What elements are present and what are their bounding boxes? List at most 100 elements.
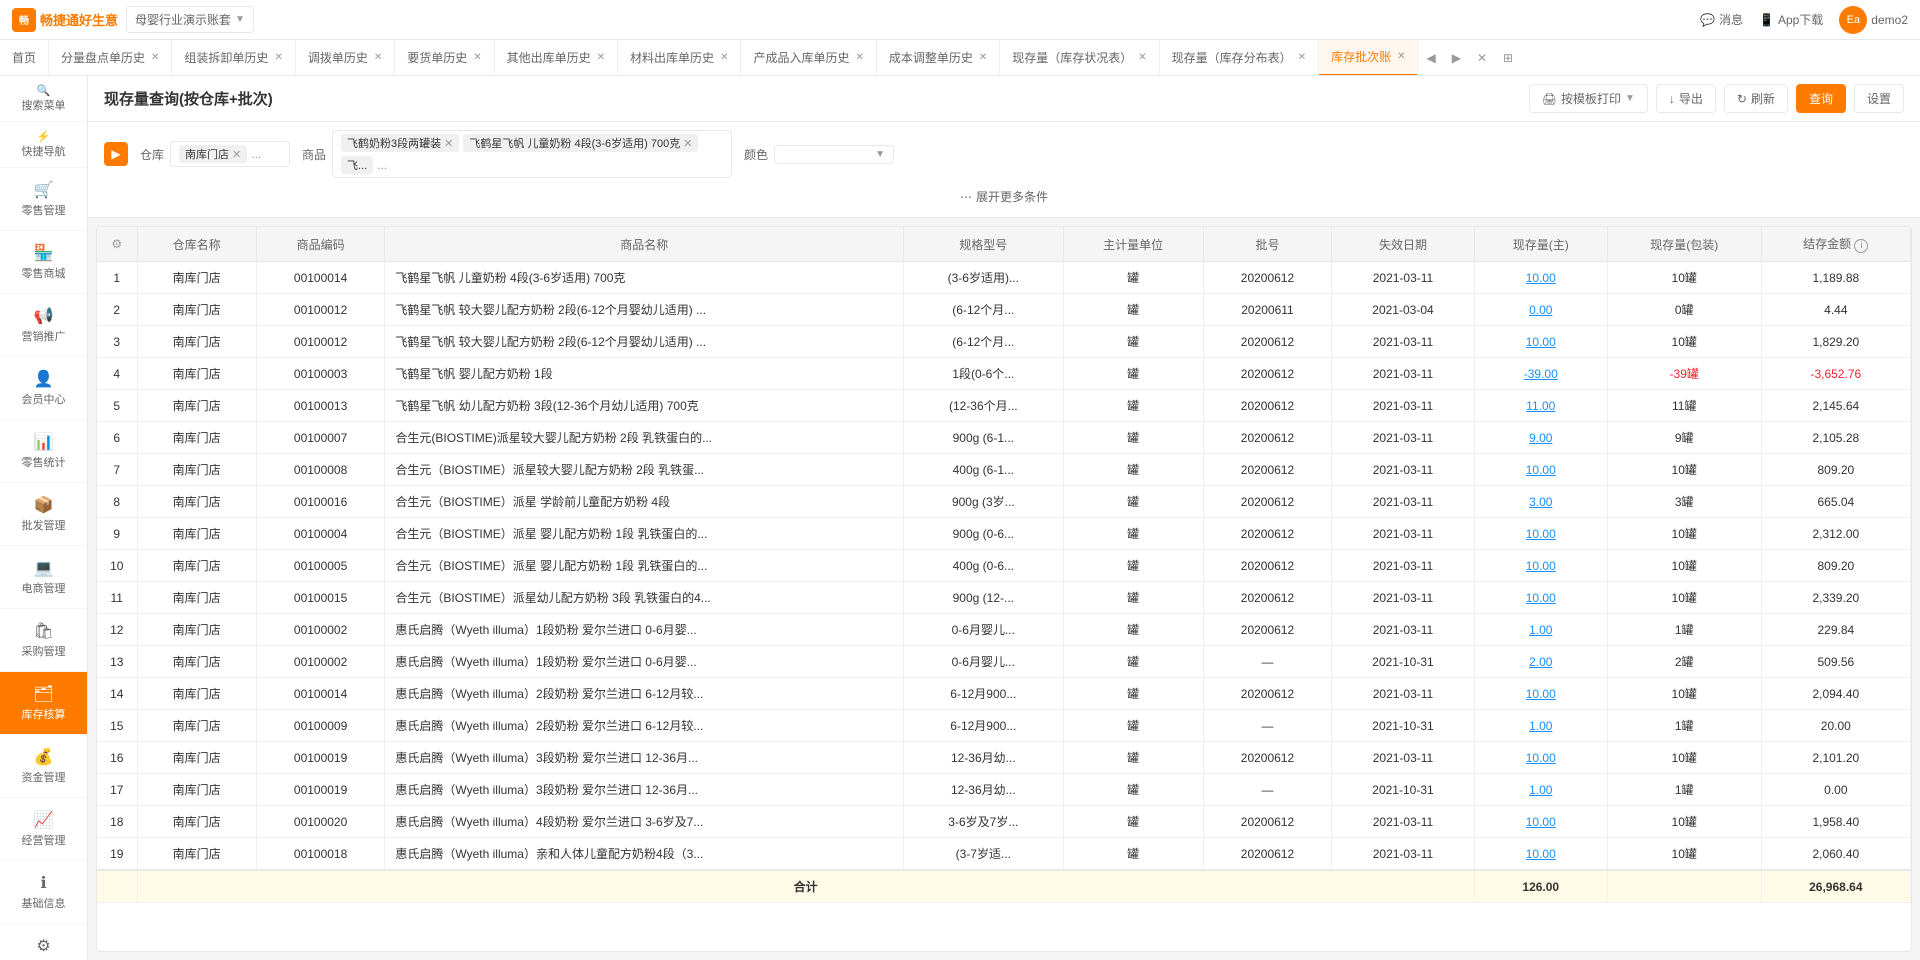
tab-chengben-close[interactable]: ✕ [979,52,987,63]
sidebar-item-retail-stats[interactable]: 📊 零售统计 [0,420,87,483]
sidebar-item-retail-store[interactable]: 🏪 零售商城 [0,231,87,294]
sidebar-search-label: 搜索菜单 [4,97,83,113]
table-row: 16 南库门店 00100019 惠氏启腾（Wyeth illuma）3段奶粉 … [97,742,1911,774]
goods-dots[interactable]: ... [377,158,387,172]
cell-qty-main[interactable]: 3.00 [1474,486,1607,518]
cell-qty-main[interactable]: 10.00 [1474,806,1607,838]
cell-expire: 2021-10-31 [1332,774,1474,806]
warehouse-dots[interactable]: ... [251,147,261,161]
tab-home[interactable]: 首页 [0,40,49,76]
tab-home-label: 首页 [12,49,36,66]
app-download-action[interactable]: 📱 App下载 [1759,11,1823,28]
tab-qita[interactable]: 其他出库单历史 ✕ [495,40,618,76]
tab-kucun-pizhang[interactable]: 库存批次账 ✕ [1319,40,1418,76]
tab-kucun-pizhang-close[interactable]: ✕ [1397,51,1405,62]
retail-store-icon: 🏪 [4,243,83,263]
tab-zuzhuang-close[interactable]: ✕ [274,52,282,63]
cell-qty-main[interactable]: 10.00 [1474,326,1607,358]
cell-code: 00100014 [256,262,385,294]
refresh-btn[interactable]: ↻ 刷新 [1724,84,1788,113]
sidebar-item-wholesale[interactable]: 📦 批发管理 [0,483,87,546]
tab-yaohuo[interactable]: 要货单历史 ✕ [395,40,494,76]
tab-xiancun1[interactable]: 现存量（库存状况表） ✕ [1000,40,1159,76]
purchase-icon: 🛍 [4,621,83,641]
cell-qty-main[interactable]: 10.00 [1474,518,1607,550]
cell-qty-main[interactable]: 2.00 [1474,646,1607,678]
table-row: 14 南库门店 00100014 惠氏启腾（Wyeth illuma）2段奶粉 … [97,678,1911,710]
tab-xiancun1-close[interactable]: ✕ [1138,52,1146,63]
tab-fen-liang[interactable]: 分量盘点单历史 ✕ [49,40,172,76]
col-settings-icon[interactable]: ⚙ [111,237,122,251]
cell-qty-main[interactable]: 10.00 [1474,454,1607,486]
tab-chancheng-close[interactable]: ✕ [855,52,863,63]
cell-no: 6 [97,422,137,454]
sidebar-item-inventory[interactable]: 🗂 库存核算 [0,672,87,735]
tab-nav-prev[interactable]: ◀ [1418,51,1443,65]
cell-qty-main[interactable]: 9.00 [1474,422,1607,454]
cell-qty-pkg: 10罐 [1607,518,1761,550]
goods-tag-2-remove[interactable]: ✕ [683,137,692,150]
cell-spec: 400g (6-1... [904,454,1064,486]
sidebar-item-marketing[interactable]: 📢 营销推广 [0,294,87,357]
sidebar-item-search[interactable]: 🔍 搜索菜单 [0,76,87,122]
tab-xiancun2[interactable]: 现存量（库存分布表） ✕ [1160,40,1319,76]
sidebar-item-business[interactable]: 📈 经营管理 [0,798,87,861]
message-label: 消息 [1719,11,1743,28]
goods-tag-1-remove[interactable]: ✕ [444,137,453,150]
cell-qty-main[interactable]: 10.00 [1474,582,1607,614]
amount-info-icon[interactable]: i [1854,239,1868,253]
cell-qty-main[interactable]: 10.00 [1474,262,1607,294]
sidebar-item-purchase[interactable]: 🛍 采购管理 [0,609,87,672]
sidebar-item-finance[interactable]: 💰 资金管理 [0,735,87,798]
tab-nav-next[interactable]: ▶ [1444,51,1469,65]
sidebar-item-ecommerce[interactable]: 💻 电商管理 [0,546,87,609]
cell-qty-pkg: 10罐 [1607,262,1761,294]
sidebar-item-quicknav[interactable]: ⚡ 快捷导航 [0,122,87,168]
col-expire-header: 失效日期 [1332,227,1474,262]
message-action[interactable]: 💬 消息 [1700,11,1743,28]
tab-diaob[interactable]: 调拨单历史 ✕ [296,40,395,76]
tab-nav-expand[interactable]: ⊞ [1495,51,1521,65]
tab-fen-liang-close[interactable]: ✕ [151,52,159,63]
cell-qty-main[interactable]: 1.00 [1474,614,1607,646]
query-btn[interactable]: 查询 [1796,84,1846,113]
quicknav-icon: ⚡ [4,130,83,143]
expand-btn[interactable]: ⋯ 展开更多条件 [960,188,1048,205]
tab-chengben[interactable]: 成本调整单历史 ✕ [877,40,1000,76]
cell-qty-main[interactable]: -39.00 [1474,358,1607,390]
cell-qty-main[interactable]: 0.00 [1474,294,1607,326]
cell-qty-main[interactable]: 11.00 [1474,390,1607,422]
org-selector[interactable]: 母婴行业演示账套 ▼ [126,6,254,33]
sidebar-item-basic[interactable]: ℹ 基础信息 [0,861,87,924]
tab-yaohuo-close[interactable]: ✕ [473,52,481,63]
cell-qty-main[interactable]: 1.00 [1474,774,1607,806]
cell-no: 4 [97,358,137,390]
tab-xiancun2-close[interactable]: ✕ [1298,52,1306,63]
tab-chancheng[interactable]: 产成品入库单历史 ✕ [741,40,876,76]
tab-nav-close-all[interactable]: ✕ [1469,51,1495,65]
cell-qty-main[interactable]: 1.00 [1474,710,1607,742]
settings-btn[interactable]: 设置 [1854,84,1904,113]
user-info[interactable]: Ea demo2 [1839,6,1908,34]
tab-cailiao[interactable]: 材料出库单历史 ✕ [618,40,741,76]
goods-tag-container[interactable]: 飞鹤奶粉3段两罐装 ✕ 飞鹤星飞帆 儿童奶粉 4段(3-6岁适用) 700克 ✕… [332,130,732,178]
cell-qty-main[interactable]: 10.00 [1474,678,1607,710]
cell-qty-main[interactable]: 10.00 [1474,742,1607,774]
warehouse-tag-container[interactable]: 南库门店 ✕ ... [170,141,290,167]
cell-qty-main[interactable]: 10.00 [1474,838,1607,871]
export-btn[interactable]: ↓ 导出 [1656,84,1716,113]
sidebar-item-member[interactable]: 👤 会员中心 [0,357,87,420]
tab-qita-close[interactable]: ✕ [597,52,605,63]
sidebar-retail-mgmt-label: 零售管理 [4,202,83,218]
print-btn[interactable]: 🖨 按模板打印 ▼ [1529,84,1648,113]
filter-expand-arrow[interactable]: ▶ [104,142,128,166]
cell-qty-main[interactable]: 10.00 [1474,550,1607,582]
color-tag-container[interactable]: ▼ [774,145,894,164]
tab-cailiao-close[interactable]: ✕ [720,52,728,63]
sidebar-item-retail-mgmt[interactable]: 🛒 零售管理 [0,168,87,231]
warehouse-tag-remove[interactable]: ✕ [232,148,241,161]
tab-diaob-close[interactable]: ✕ [374,52,382,63]
sidebar-item-system[interactable]: ⚙ 系统管理 [0,924,87,960]
cell-code: 00100002 [256,646,385,678]
tab-zuzhuang[interactable]: 组装拆卸单历史 ✕ [172,40,295,76]
